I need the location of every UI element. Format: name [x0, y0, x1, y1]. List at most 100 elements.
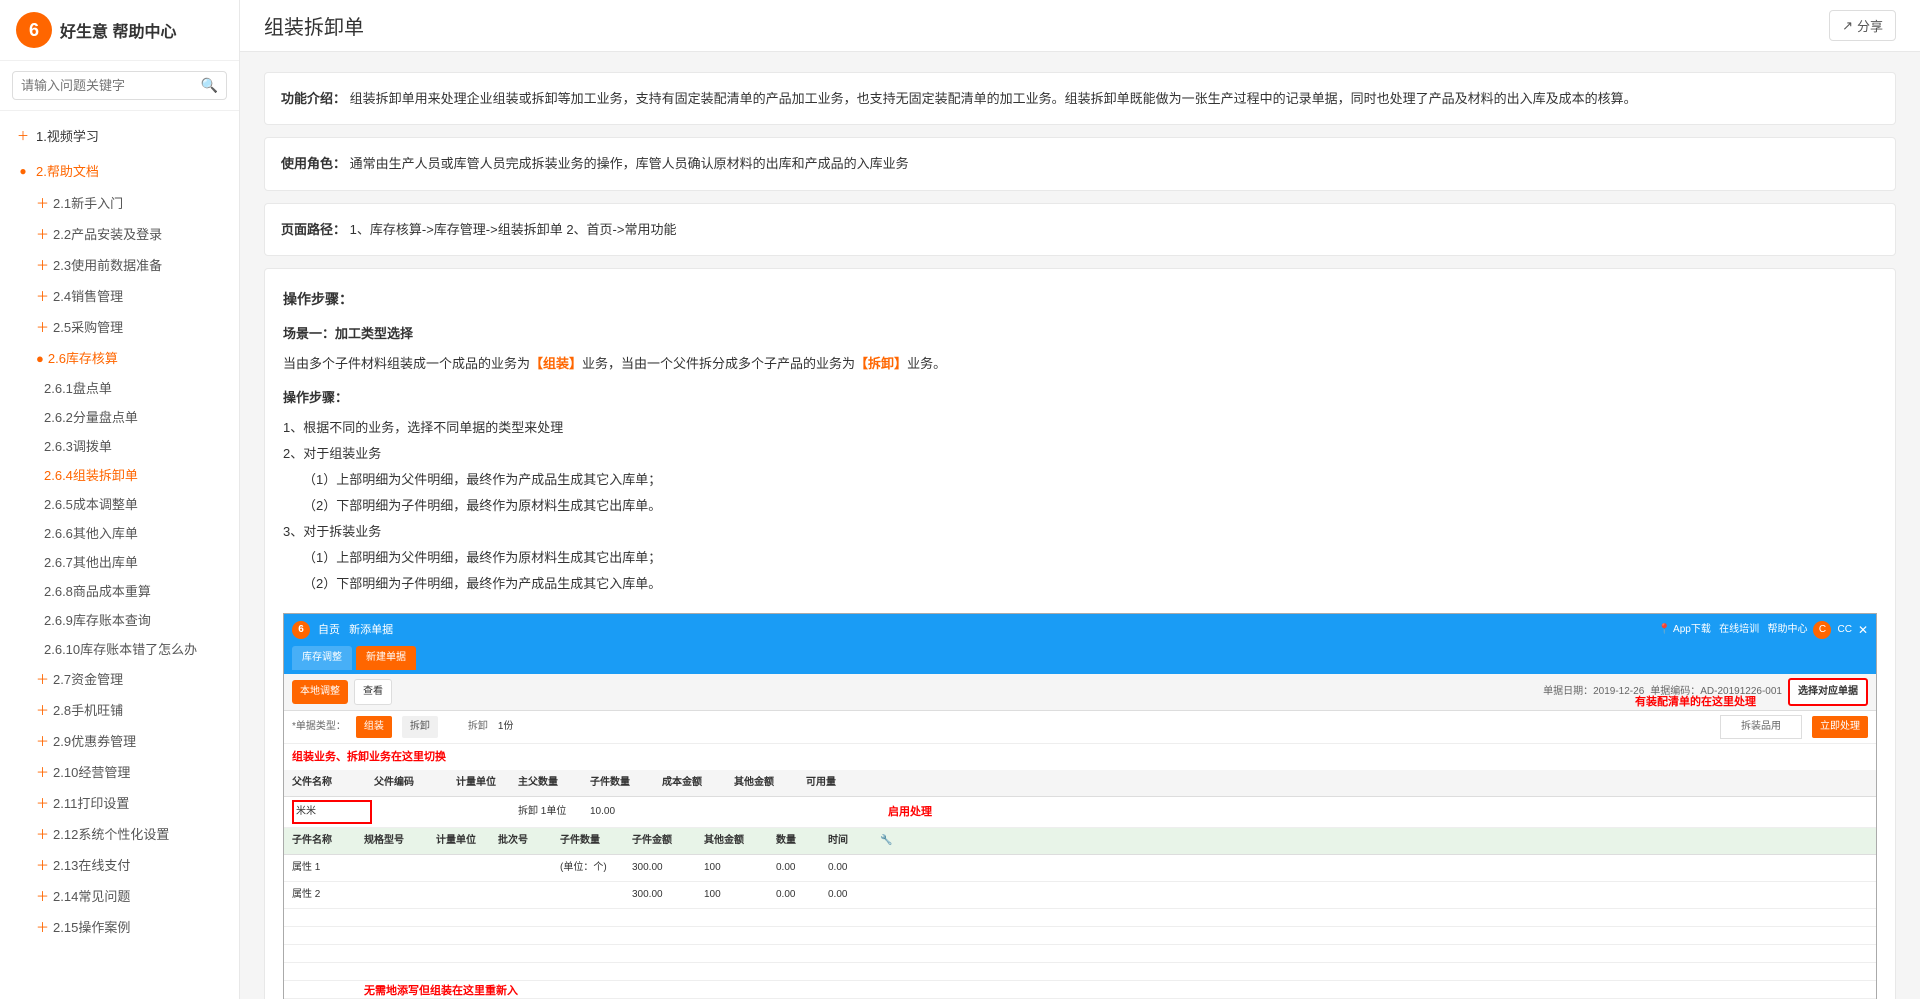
sidebar-item-transfer[interactable]: 2.6.3调拨单: [0, 431, 239, 460]
search-box[interactable]: 🔍: [12, 71, 227, 100]
search-input[interactable]: [21, 78, 201, 93]
c-qty2: [560, 885, 630, 905]
sidebar-item-coupon[interactable]: ＋2.9优惠券管理: [0, 725, 239, 756]
mini-parent-row1: 米米 拆卸 1单位 10.00 启用处理: [284, 797, 1876, 828]
sidebar-item-ops[interactable]: ＋2.10经营管理: [0, 756, 239, 787]
mini-topbar-left: 自贡 新添单据: [318, 619, 393, 641]
func-intro-label: 功能介绍：: [281, 91, 346, 106]
col-child-unit: 计量单位: [436, 831, 496, 851]
sidebar-item-inv-ledger[interactable]: 2.6.9库存账本查询: [0, 605, 239, 634]
step1: 1、根据不同的业务，选择不同单据的类型来处理: [283, 415, 1877, 441]
sidebar-item-stocktake[interactable]: 2.6.1盘点单: [0, 373, 239, 402]
sidebar-item-data-prep[interactable]: ＋2.3使用前数据准备: [0, 249, 239, 280]
c-unit1: [436, 858, 496, 878]
step2: 2、对于组装业务: [283, 441, 1877, 467]
col-other: 其他金额: [734, 773, 804, 793]
nav-tree: ＋ 1.视频学习 ● 2.帮助文档 ＋2.1新手入门 ＋2.2产品安装及登录 ＋…: [0, 111, 239, 999]
mini-close-icon[interactable]: ✕: [1858, 618, 1868, 642]
mini-child-row4: [284, 927, 1876, 945]
step2-2: （2）下部明细为子件明细，最终作为原材料生成其它出库单。: [283, 493, 1877, 519]
role-text: 通常由生产人员或库管人员完成拆装业务的操作，库管人员确认原材料的出库和产成品的入…: [350, 156, 909, 171]
col-unit: 计量单位: [456, 773, 516, 793]
sidebar-item-finance[interactable]: ＋2.7资金管理: [0, 663, 239, 694]
c-num1: 0.00: [776, 858, 826, 878]
scene1-title-text: 场景一：加工类型选择: [283, 326, 413, 341]
sidebar-item-cost-recalc[interactable]: 2.6.8商品成本重算: [0, 576, 239, 605]
mini-search-box-label: 拆装品用: [1720, 715, 1802, 739]
sidebar-item-purchase[interactable]: ＋2.5采购管理: [0, 311, 239, 342]
sidebar-item-cost-adj[interactable]: 2.6.5成本调整单: [0, 489, 239, 518]
sidebar-item-partial-stocktake[interactable]: 2.6.2分量盘点单: [0, 402, 239, 431]
sidebar-item-docs-label: 2.帮助文档: [36, 161, 99, 180]
sidebar-item-mobile[interactable]: ＋2.8手机旺铺: [0, 694, 239, 725]
tab-new[interactable]: 新建单据: [356, 646, 416, 670]
plus-icon-sm3: ＋: [36, 258, 49, 273]
parent-child-qty: 10.00: [590, 802, 660, 822]
plus-icon-case: ＋: [36, 920, 49, 935]
sidebar-item-inv-ledger-fix[interactable]: 2.6.10库存账本错了怎么办: [0, 634, 239, 663]
sidebar-item-print[interactable]: ＋2.11打印设置: [0, 787, 239, 818]
col-batch: 批次号: [498, 831, 558, 851]
plus-icon: ＋: [16, 129, 30, 143]
sidebar-item-beginner[interactable]: ＋2.1新手入门: [0, 187, 239, 218]
step3-2: （2）下部明细为子件明细，最终作为产成品生成其它入库单。: [283, 571, 1877, 597]
mini-ann-area: 组装业务、拆卸业务在这里切换: [284, 744, 1876, 770]
assembly-keyword: 【组装】: [530, 356, 582, 371]
mini-form-type-label: *单据类型：: [292, 717, 346, 737]
plus-icon-sm5: ＋: [36, 320, 49, 335]
c-name2: 属性 2: [292, 885, 362, 905]
ann-text-2: 组装业务、拆卸业务在这里切换: [284, 744, 1876, 770]
mini-confirm-btn[interactable]: 立即处理: [1812, 716, 1868, 738]
role-label: 使用角色：: [281, 156, 346, 171]
col-child-qty2: 子件数量: [560, 831, 630, 851]
mini-tab-chaiqian[interactable]: 拆卸: [402, 716, 438, 738]
sidebar-item-install[interactable]: ＋2.2产品安装及登录: [0, 218, 239, 249]
mini-btn-view[interactable]: 查看: [354, 679, 392, 705]
c-qty1: (单位：个): [560, 858, 630, 878]
sidebar-item-cases[interactable]: ＋2.15操作案例: [0, 911, 239, 942]
mini-form-row1: *单据类型： 组装 拆卸 拆卸 1份 拆装品用 立即处理 有装配清单的在这里处理: [284, 711, 1876, 744]
ops-steps-subtitle: 操作步骤：: [283, 385, 1877, 411]
c-batch1: [498, 858, 558, 878]
ops-block: 操作步骤： 场景一：加工类型选择 当由多个子件材料组装成一个成品的业务为【组装】…: [264, 268, 1896, 999]
sidebar-item-sales[interactable]: ＋2.4销售管理: [0, 280, 239, 311]
mini-avatar: C: [1813, 621, 1831, 639]
sidebar-item-customize[interactable]: ＋2.12系统个性化设置: [0, 818, 239, 849]
c-other1: 100: [704, 858, 774, 878]
share-icon: ↗: [1842, 18, 1853, 34]
step2-1: （1）上部明细为父件明细，最终作为产成品生成其它入库单；: [283, 467, 1877, 493]
mini-form-field-group: 拆卸: [468, 717, 488, 737]
col-child-name: 子件名称: [292, 831, 362, 851]
col-child-qty: 子件数量: [590, 773, 660, 793]
sidebar-item-inventory[interactable]: ●2.6库存核算: [0, 342, 239, 373]
col-child-other: 其他金额: [704, 831, 774, 851]
logo-area: 6 好生意 帮助中心: [0, 0, 239, 61]
mini-child-row3: [284, 909, 1876, 927]
mini-tab-zuzhuang[interactable]: 组装: [356, 716, 392, 738]
func-intro-box: 功能介绍： 组装拆卸单用来处理企业组装或拆卸等加工业务，支持有固定装配清单的产品…: [264, 72, 1896, 125]
mini-btn-save[interactable]: 本地调整: [292, 680, 348, 704]
tab-guanli[interactable]: 库存调整: [292, 646, 352, 670]
c-unit2: [436, 885, 496, 905]
ops-title: 操作步骤：: [283, 285, 1877, 313]
func-intro-text: 组装拆卸单用来处理企业组装或拆卸等加工业务，支持有固定装配清单的产品加工业务，也…: [350, 91, 1637, 106]
search-icon[interactable]: 🔍: [201, 77, 218, 94]
col-parent-name: 父件名称: [292, 773, 372, 793]
ann-text-3: 启用处理: [888, 801, 932, 823]
sidebar-item-payment[interactable]: ＋2.13在线支付: [0, 849, 239, 880]
path-label: 页面路径：: [281, 222, 346, 237]
sidebar-item-other-inbound[interactable]: 2.6.6其他入库单: [0, 518, 239, 547]
plus-icon-p: ＋: [36, 796, 49, 811]
mini-child-row1: 属性 1 (单位：个) 300.00 100 0.00 0.00: [284, 855, 1876, 882]
share-button[interactable]: ↗ 分享: [1829, 10, 1896, 41]
sidebar-item-assembly[interactable]: 2.6.4组装拆卸单: [0, 460, 239, 489]
mini-subtabs: 库存调整 新建单据: [284, 646, 1876, 674]
col-avail: 可用量: [806, 773, 866, 793]
parent-name-cell: 米米: [292, 800, 372, 824]
sidebar-item-other-outbound[interactable]: 2.6.7其他出库单: [0, 547, 239, 576]
sidebar-item-videos[interactable]: ＋ 1.视频学习: [0, 119, 239, 152]
sidebar-item-docs[interactable]: ● 2.帮助文档: [0, 154, 239, 187]
plus-icon-f: ＋: [36, 672, 49, 687]
sidebar-item-faq[interactable]: ＋2.14常见问题: [0, 880, 239, 911]
screenshot-container: 6 自贡 新添单据 📍 App下载 在线培训 帮助中心 C CC ✕ 库存调: [283, 613, 1877, 999]
